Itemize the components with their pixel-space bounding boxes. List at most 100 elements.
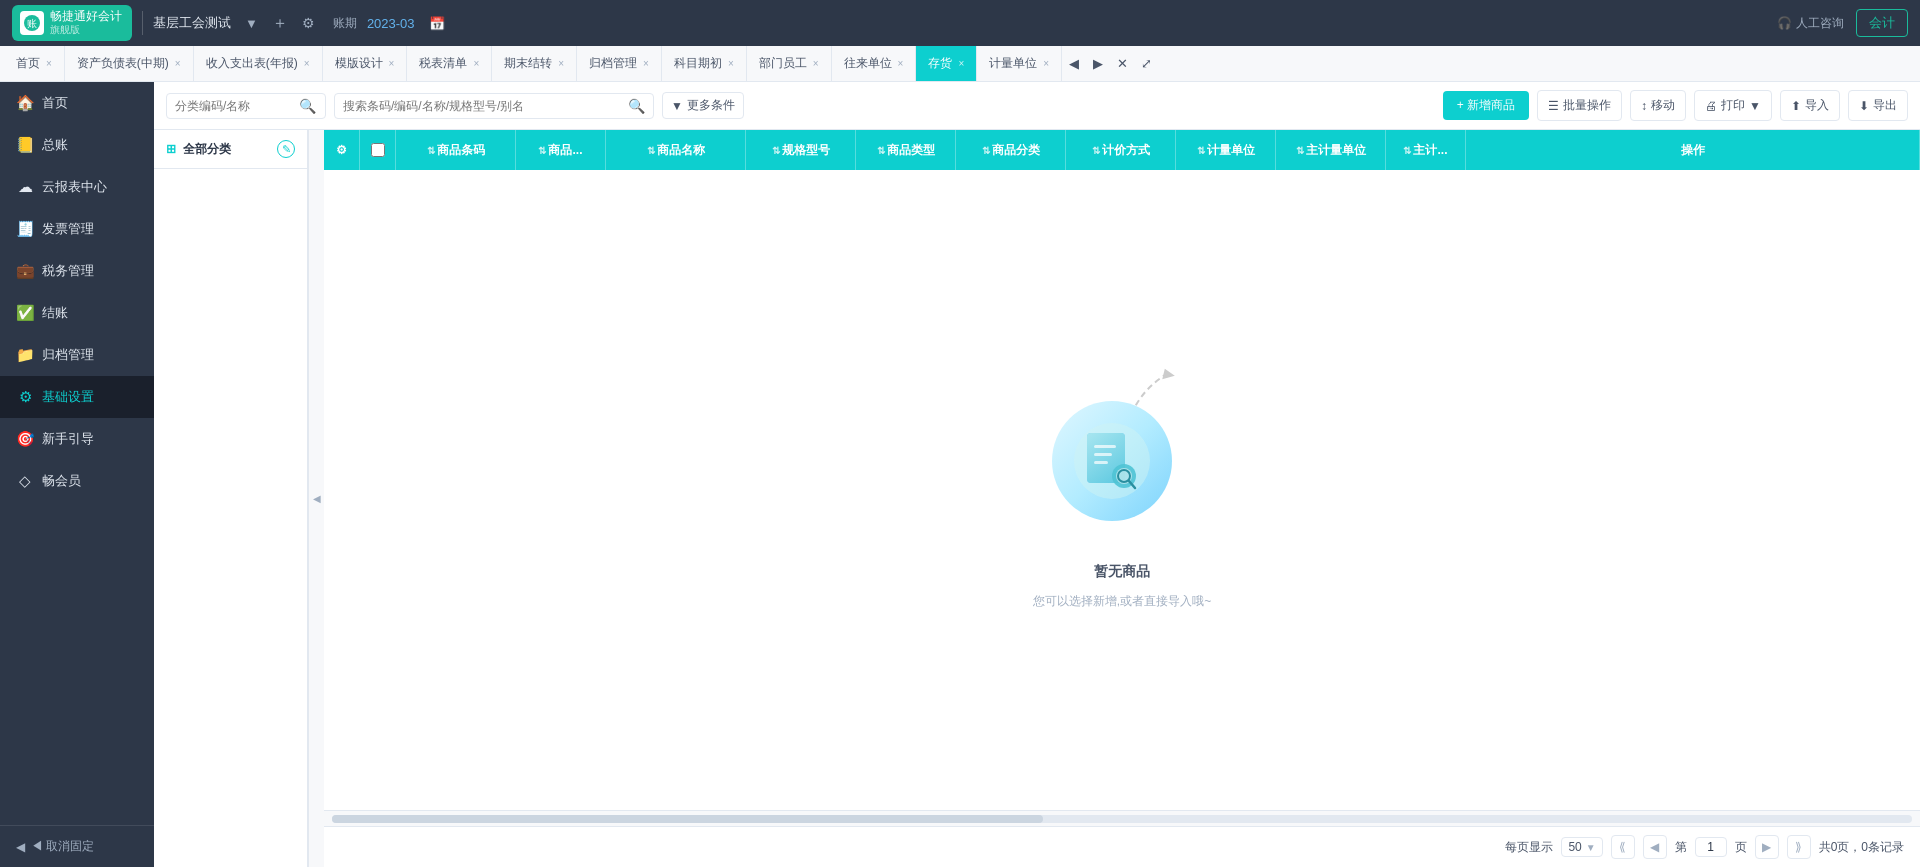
app-name: 畅捷通好会计 xyxy=(50,9,122,23)
th-barcode: ⇅ 商品条码 xyxy=(396,130,516,170)
tab-close-balance[interactable]: × xyxy=(175,58,181,69)
sidebar-item-invoice[interactable]: 🧾 发票管理 xyxy=(0,208,154,250)
settings-gear-icon: ⚙ xyxy=(16,388,34,406)
tab-period-close[interactable]: 期末结转 × xyxy=(492,46,577,82)
tab-close-subject[interactable]: × xyxy=(728,58,734,69)
tab-close-dept[interactable]: × xyxy=(813,58,819,69)
last-page-button[interactable]: ⟫ xyxy=(1787,835,1811,859)
sidebar-item-cloud[interactable]: ☁ 云报表中心 xyxy=(0,166,154,208)
tab-dept[interactable]: 部门员工 × xyxy=(747,46,832,82)
th-spec: ⇅ 规格型号 xyxy=(746,130,856,170)
sort-mainunit-icon[interactable]: ⇅ xyxy=(1296,145,1304,156)
sort-price-icon[interactable]: ⇅ xyxy=(1092,145,1100,156)
tab-contacts[interactable]: 往来单位 × xyxy=(832,46,917,82)
tab-close-template[interactable]: × xyxy=(389,58,395,69)
app-logo-icon: 账 xyxy=(20,11,44,35)
page-input[interactable] xyxy=(1695,837,1727,857)
sidebar-item-member[interactable]: ◇ 畅会员 xyxy=(0,460,154,502)
table-area: ⚙ ⇅ 商品条码 ⇅ 商品... ⇅ 商品名称 xyxy=(324,130,1920,867)
tab-archive[interactable]: 归档管理 × xyxy=(577,46,662,82)
svg-rect-8 xyxy=(1094,461,1108,464)
edit-category-icon[interactable]: ✎ xyxy=(277,140,295,158)
total-records-label: 共0页，0条记录 xyxy=(1819,839,1904,856)
first-page-button[interactable]: ⟪ xyxy=(1611,835,1635,859)
product-search-input[interactable] xyxy=(343,99,624,113)
sort-spec-icon[interactable]: ⇅ xyxy=(772,145,780,156)
sidebar-item-basic-settings[interactable]: ⚙ 基础设置 xyxy=(0,376,154,418)
page-size-value: 50 xyxy=(1568,840,1581,854)
tab-close-home[interactable]: × xyxy=(46,58,52,69)
add-tab-button[interactable]: ＋ xyxy=(268,13,292,34)
tab-close-tax[interactable]: × xyxy=(473,58,479,69)
horizontal-scrollbar[interactable] xyxy=(324,810,1920,826)
sort-barcode-icon[interactable]: ⇅ xyxy=(427,145,435,156)
page-size-select[interactable]: 50 ▼ xyxy=(1561,837,1602,857)
calendar-icon[interactable]: 📅 xyxy=(429,16,445,31)
select-all-checkbox[interactable] xyxy=(371,143,385,157)
sort-cat-icon[interactable]: ⇅ xyxy=(982,145,990,156)
tab-close-all-button[interactable]: ✕ xyxy=(1110,46,1134,82)
tab-expand-button[interactable]: ⤢ xyxy=(1134,46,1158,82)
sidebar-item-close[interactable]: ✅ 结账 xyxy=(0,292,154,334)
sort-code-icon[interactable]: ⇅ xyxy=(538,145,546,156)
tab-nav-prev[interactable]: ◀ xyxy=(1062,46,1086,82)
company-dropdown-icon[interactable]: ▼ xyxy=(245,16,258,31)
move-button[interactable]: ↕ 移动 xyxy=(1630,90,1686,121)
batch-operation-button[interactable]: ☰ 批量操作 xyxy=(1537,90,1622,121)
export-button[interactable]: ⬇ 导出 xyxy=(1848,90,1908,121)
sort-unit-icon[interactable]: ⇅ xyxy=(1197,145,1205,156)
add-product-button[interactable]: + 新增商品 xyxy=(1443,91,1529,120)
sidebar-item-guide[interactable]: 🎯 新手引导 xyxy=(0,418,154,460)
tab-close-period[interactable]: × xyxy=(558,58,564,69)
tab-close-inventory[interactable]: × xyxy=(958,58,964,69)
settings-icon[interactable]: ⚙ xyxy=(302,15,315,31)
tab-income[interactable]: 收入支出表(年报) × xyxy=(194,46,323,82)
sort-name-icon[interactable]: ⇅ xyxy=(647,145,655,156)
th-checkbox[interactable] xyxy=(360,130,396,170)
tab-home[interactable]: 首页 × xyxy=(4,46,65,82)
account-button[interactable]: 会计 xyxy=(1856,9,1908,37)
sort-type-icon[interactable]: ⇅ xyxy=(877,145,885,156)
sidebar-item-ledger[interactable]: 📒 总账 xyxy=(0,124,154,166)
pagination-bar: 每页显示 50 ▼ ⟪ ◀ 第 页 ▶ ⟫ 共0页，0条记录 xyxy=(324,826,1920,867)
tab-nav-next[interactable]: ▶ xyxy=(1086,46,1110,82)
table-body: 暂无商品 您可以选择新增,或者直接导入哦~ xyxy=(324,170,1920,810)
tab-close-income[interactable]: × xyxy=(304,58,310,69)
sidebar-item-tax[interactable]: 💼 税务管理 xyxy=(0,250,154,292)
tab-balance-sheet[interactable]: 资产负债表(中期) × xyxy=(65,46,194,82)
product-search-bar[interactable]: 🔍 xyxy=(334,93,654,119)
cloud-icon: ☁ xyxy=(16,178,34,196)
sort-mainsub-icon[interactable]: ⇅ xyxy=(1403,145,1411,156)
content-area: 🔍 🔍 ▼ 更多条件 + 新增商品 ☰ 批量操作 ↕ 移动 xyxy=(154,82,1920,867)
sidebar-unpin-button[interactable]: ◀ ◀ 取消固定 xyxy=(0,825,154,867)
sidebar-item-archive[interactable]: 📁 归档管理 xyxy=(0,334,154,376)
sidebar-item-home[interactable]: 🏠 首页 xyxy=(0,82,154,124)
tab-template[interactable]: 模版设计 × xyxy=(323,46,408,82)
tab-close-archive[interactable]: × xyxy=(643,58,649,69)
tab-unit[interactable]: 计量单位 × xyxy=(977,46,1062,82)
category-search-icon[interactable]: 🔍 xyxy=(299,98,316,114)
empty-state: 暂无商品 您可以选择新增,或者直接导入哦~ xyxy=(1032,371,1212,610)
tab-inventory[interactable]: 存货 × xyxy=(916,46,977,82)
category-search-input[interactable] xyxy=(175,99,295,113)
customer-service-btn[interactable]: 🎧 人工咨询 xyxy=(1777,15,1844,32)
next-page-button[interactable]: ▶ xyxy=(1755,835,1779,859)
scroll-thumb[interactable] xyxy=(332,815,1043,823)
home-icon: 🏠 xyxy=(16,94,34,112)
print-button[interactable]: 🖨 打印 ▼ xyxy=(1694,90,1772,121)
filter-button[interactable]: ▼ 更多条件 xyxy=(662,92,744,119)
tab-tax[interactable]: 税表清单 × xyxy=(407,46,492,82)
th-price-method: ⇅ 计价方式 xyxy=(1066,130,1176,170)
tab-close-contacts[interactable]: × xyxy=(898,58,904,69)
empty-illustration xyxy=(1032,371,1212,551)
import-button[interactable]: ⬆ 导入 xyxy=(1780,90,1840,121)
divider xyxy=(142,11,143,35)
tab-close-unit[interactable]: × xyxy=(1043,58,1049,69)
empty-illustration-img xyxy=(1052,401,1172,521)
left-panel-toggle[interactable]: ◀ xyxy=(308,130,324,867)
category-search-bar[interactable]: 🔍 xyxy=(166,93,326,119)
prev-page-button[interactable]: ◀ xyxy=(1643,835,1667,859)
product-search-icon[interactable]: 🔍 xyxy=(628,98,645,114)
th-settings[interactable]: ⚙ xyxy=(324,130,360,170)
tab-subject[interactable]: 科目期初 × xyxy=(662,46,747,82)
